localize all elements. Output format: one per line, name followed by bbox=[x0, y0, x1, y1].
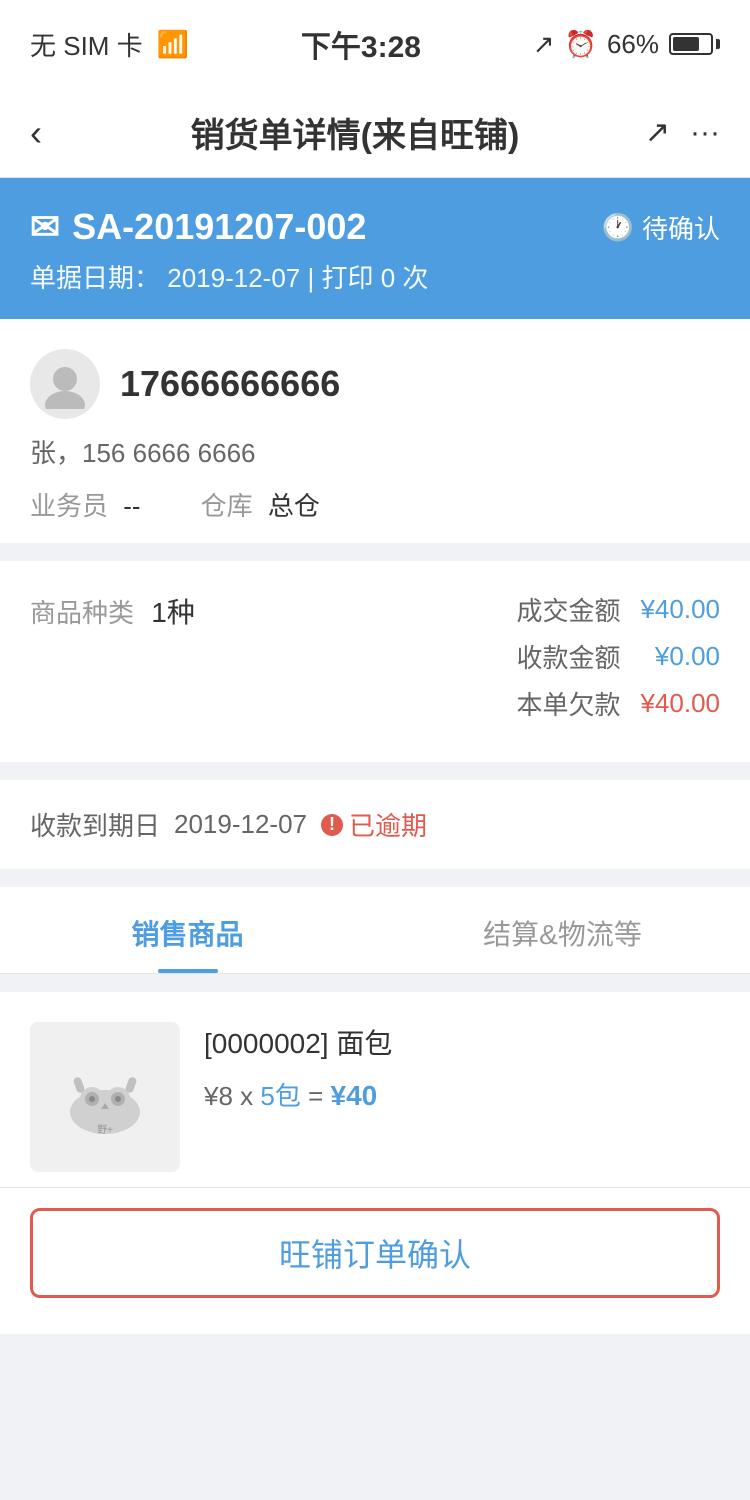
deal-amount-value: ¥40.00 bbox=[640, 594, 720, 625]
salesperson-info: 业务员 -- bbox=[30, 486, 141, 523]
customer-phone: 17666666666 bbox=[120, 363, 340, 405]
product-type-label: 商品种类 bbox=[30, 598, 134, 628]
status-text: 待确认 bbox=[642, 209, 720, 246]
collected-row: 收款金额 ¥0.00 bbox=[516, 638, 720, 675]
product-type-section: 商品种类 1种 bbox=[30, 591, 195, 631]
overdue-text: 已逾期 bbox=[349, 806, 427, 843]
order-id: ✉ SA-20191207-002 bbox=[30, 206, 366, 248]
collected-label: 收款金额 bbox=[516, 638, 620, 675]
order-date-row: 单据日期： 2019-12-07 | 打印 0 次 bbox=[30, 258, 720, 295]
page-title: 销货单详情(来自旺铺) bbox=[90, 108, 620, 157]
customer-avatar bbox=[30, 349, 100, 419]
product-price: ¥8 x 5包 = ¥40 bbox=[204, 1076, 720, 1113]
nav-actions: ↗ ··· bbox=[620, 115, 720, 150]
multiply-sign: x bbox=[240, 1081, 260, 1111]
order-header: ✉ SA-20191207-002 🕐 待确认 单据日期： 2019-12-07… bbox=[0, 178, 750, 319]
time-display: 下午3:28 bbox=[301, 22, 421, 66]
warehouse-value: 总仓 bbox=[268, 491, 320, 521]
overdue-dot-icon: ! bbox=[321, 814, 343, 836]
status-right: ↗ ⏰ 66% bbox=[533, 29, 720, 60]
owing-label: 本单欠款 bbox=[516, 685, 620, 722]
alarm-icon: ⏰ bbox=[565, 29, 597, 60]
status-bar: 无 SIM 卡 📶 下午3:28 ↗ ⏰ 66% bbox=[0, 0, 750, 88]
product-details: [0000002] 面包 ¥8 x 5包 = ¥40 bbox=[204, 1022, 720, 1113]
price-unit: ¥8 bbox=[204, 1081, 233, 1111]
customer-name: 张，156 6666 6666 bbox=[30, 433, 720, 470]
confirm-order-button[interactable]: 旺铺订单确认 bbox=[30, 1208, 720, 1298]
back-button[interactable]: ‹ bbox=[30, 112, 90, 154]
product-item: 野+ [0000002] 面包 ¥8 x 5包 = ¥40 bbox=[0, 992, 750, 1202]
nav-bar: ‹ 销货单详情(来自旺铺) ↗ ··· bbox=[0, 88, 750, 178]
summary-section: 商品种类 1种 成交金额 ¥40.00 收款金额 ¥0.00 本单欠款 ¥40.… bbox=[0, 561, 750, 762]
wifi-icon: 📶 bbox=[157, 29, 189, 60]
equals-sign: = bbox=[308, 1081, 330, 1111]
collected-value: ¥0.00 bbox=[655, 641, 720, 672]
salesperson-label: 业务员 bbox=[30, 491, 108, 521]
product-quantity: 5包 bbox=[260, 1081, 300, 1111]
warehouse-info: 仓库 总仓 bbox=[201, 486, 320, 523]
order-date-value: 2019-12-07 bbox=[167, 263, 300, 293]
order-id-value: SA-20191207-002 bbox=[72, 206, 366, 248]
print-info: 打印 0 次 bbox=[321, 263, 428, 293]
carrier-label: 无 SIM 卡 bbox=[30, 26, 143, 63]
order-icon: ✉ bbox=[30, 206, 60, 248]
location-icon: ↗ bbox=[533, 29, 555, 60]
due-date-label: 收款到期日 bbox=[30, 806, 160, 843]
customer-meta: 业务员 -- 仓库 总仓 bbox=[30, 486, 720, 523]
tab-products-label: 销售商品 bbox=[131, 919, 243, 950]
tab-settlement[interactable]: 结算&物流等 bbox=[375, 887, 750, 973]
owing-value: ¥40.00 bbox=[640, 688, 720, 719]
amount-section: 成交金额 ¥40.00 收款金额 ¥0.00 本单欠款 ¥40.00 bbox=[516, 591, 720, 732]
owing-row: 本单欠款 ¥40.00 bbox=[516, 685, 720, 722]
tabs-section: 销售商品 结算&物流等 bbox=[0, 887, 750, 974]
due-date-value: 2019-12-07 bbox=[174, 809, 307, 840]
product-title: 面包 bbox=[336, 1028, 392, 1059]
product-type-value: 1种 bbox=[151, 597, 195, 628]
product-thumbnail: 野+ bbox=[30, 1022, 180, 1172]
product-total: ¥40 bbox=[331, 1080, 378, 1111]
product-code: [0000002] bbox=[204, 1028, 329, 1059]
status-left: 无 SIM 卡 📶 bbox=[30, 26, 189, 63]
overdue-badge: ! 已逾期 bbox=[321, 806, 427, 843]
battery-percent: 66% bbox=[607, 29, 659, 60]
svg-text:野+: 野+ bbox=[97, 1124, 113, 1136]
warehouse-label: 仓库 bbox=[201, 491, 253, 521]
customer-section: 17666666666 张，156 6666 6666 业务员 -- 仓库 总仓 bbox=[0, 319, 750, 543]
date-label: 单据日期： bbox=[30, 263, 160, 293]
product-name: [0000002] 面包 bbox=[204, 1022, 720, 1062]
more-icon[interactable]: ··· bbox=[690, 116, 720, 150]
battery-icon bbox=[669, 33, 720, 55]
due-date-section: 收款到期日 2019-12-07 ! 已逾期 bbox=[0, 780, 750, 869]
tab-sales-products[interactable]: 销售商品 bbox=[0, 887, 375, 973]
deal-amount-label: 成交金额 bbox=[516, 591, 620, 628]
date-separator: | bbox=[307, 263, 321, 293]
order-status: 🕐 待确认 bbox=[602, 209, 720, 246]
status-clock-icon: 🕐 bbox=[602, 212, 634, 243]
deal-amount-row: 成交金额 ¥40.00 bbox=[516, 591, 720, 628]
share-icon[interactable]: ↗ bbox=[645, 115, 670, 150]
bottom-bar: 旺铺订单确认 bbox=[0, 1187, 750, 1334]
salesperson-value: -- bbox=[123, 491, 140, 521]
tab-settlement-label: 结算&物流等 bbox=[483, 919, 642, 950]
